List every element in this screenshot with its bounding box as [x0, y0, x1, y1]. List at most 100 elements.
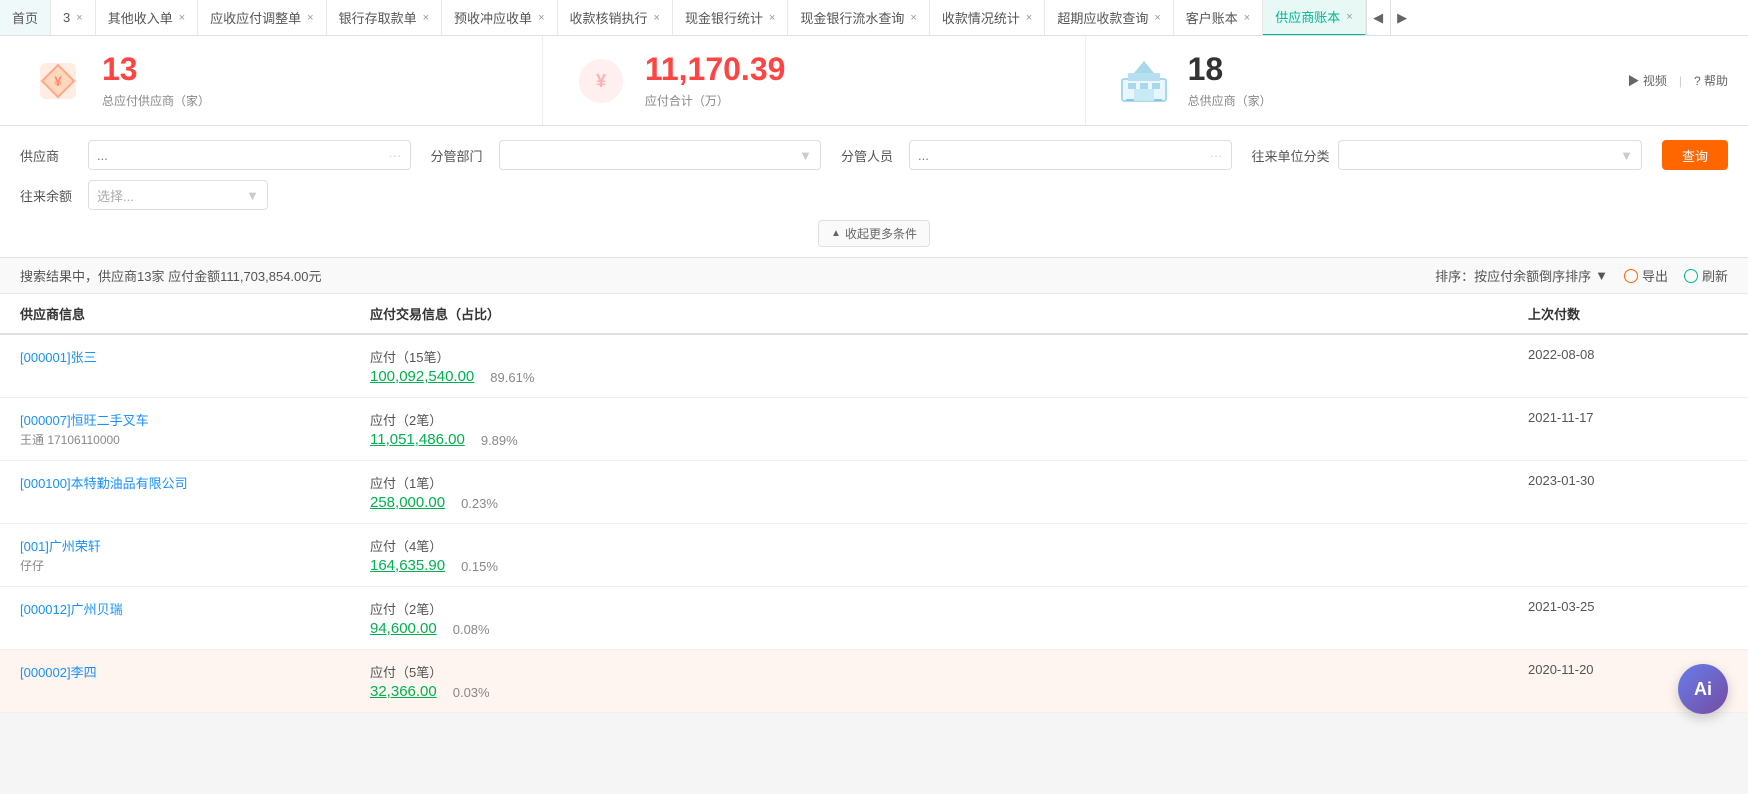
payable-label: 应付（5笔）	[370, 662, 1528, 681]
nav-tab-cash-bank-stat-close[interactable]: ×	[769, 12, 775, 24]
supplier-link[interactable]: [000001]张三	[20, 350, 97, 365]
nav-tab-bank-deposit[interactable]: 银行存取款单 ×	[327, 0, 442, 36]
payable-amount[interactable]: 94,600.00	[370, 620, 437, 637]
nav-tab-ap-adjust-close[interactable]: ×	[307, 12, 313, 24]
nav-tab-other-income[interactable]: 其他收入单 ×	[96, 0, 198, 36]
supplier-link[interactable]: [000002]李四	[20, 665, 97, 680]
payable-suppliers-text: 13 总应付供应商（家）	[102, 52, 210, 108]
nav-tab-ap-adjust-label: 应收应付调整单	[210, 8, 301, 27]
nav-tab-collection-stat-close[interactable]: ×	[1026, 12, 1032, 24]
payable-row: 11,051,486.00 9.89%	[370, 431, 1528, 448]
filter-category: 往来单位分类 ▼	[1252, 140, 1643, 170]
nav-tab-collection-stat[interactable]: 收款情况统计 ×	[930, 0, 1045, 36]
payable-amount[interactable]: 258,000.00	[370, 494, 445, 511]
nav-arrow-left[interactable]: ◀	[1366, 0, 1390, 36]
payable-row: 100,092,540.00 89.61%	[370, 368, 1528, 385]
nav-tab-bank-deposit-close[interactable]: ×	[423, 12, 429, 24]
supplier-link[interactable]: [000007]恒旺二手叉车	[20, 413, 149, 428]
collapse-button[interactable]: ▲ 收起更多条件	[818, 220, 930, 247]
nav-tab-cash-bank-stat[interactable]: 现金银行统计 ×	[673, 0, 788, 36]
payable-info: 应付（4笔） 164,635.90 0.15%	[370, 536, 1528, 574]
payable-tx-cell: 应付（5笔） 32,366.00 0.03%	[370, 662, 1528, 700]
payable-tx-cell: 应付（15笔） 100,092,540.00 89.61%	[370, 347, 1528, 385]
supplier-info-cell: [000002]李四	[20, 662, 370, 681]
payable-label: 应付（15笔）	[370, 347, 1528, 366]
filter-area: 供应商 ··· 分管部门 ▼ 分管人员 ··· 往来单位分类 ▼	[0, 126, 1748, 258]
refresh-icon	[1684, 269, 1698, 283]
nav-tab-advance-verify-label: 预收冲应收单	[454, 8, 532, 27]
supplier-info-cell: [000012]广州贝瑞	[20, 599, 370, 618]
filter-manager-label: 分管人员	[841, 146, 901, 165]
supplier-info-cell: [000100]本特勤油品有限公司	[20, 473, 370, 492]
nav-tab-overdue-query[interactable]: 超期应收款查询 ×	[1045, 0, 1173, 36]
nav-tab-supplier-account-close[interactable]: ×	[1346, 11, 1352, 23]
stat-total-suppliers: 18 总供应商（家）	[1086, 36, 1628, 125]
payable-info: 应付（1笔） 258,000.00 0.23%	[370, 473, 1528, 511]
nav-tab-home[interactable]: 首页	[0, 0, 51, 36]
supplier-input-wrap[interactable]: ···	[88, 140, 411, 170]
header-supplier-info: 供应商信息	[20, 304, 370, 323]
refresh-button[interactable]: 刷新	[1684, 266, 1728, 285]
nav-tab-3-close[interactable]: ×	[76, 12, 82, 24]
manager-input-wrap[interactable]: ···	[909, 140, 1232, 170]
stats-help-area: ▶ 视频 | ? 帮助	[1627, 36, 1748, 125]
nav-tab-ap-adjust[interactable]: 应收应付调整单 ×	[198, 0, 326, 36]
nav-tab-advance-verify-close[interactable]: ×	[538, 12, 544, 24]
payable-amount[interactable]: 164,635.90	[370, 557, 445, 574]
nav-arrow-right[interactable]: ▶	[1390, 0, 1414, 36]
supplier-link[interactable]: [001]广州荣轩	[20, 539, 101, 554]
balance-chevron-icon: ▼	[246, 188, 259, 203]
result-bar-actions: 排序：按应付余额倒序排序 ▼ 导出 刷新	[1435, 266, 1728, 285]
collapse-area: ▲ 收起更多条件	[20, 220, 1728, 247]
nav-tab-advance-verify[interactable]: 预收冲应收单 ×	[442, 0, 557, 36]
export-icon	[1624, 269, 1638, 283]
last-pay-date: 2021-11-17	[1528, 410, 1594, 425]
payable-pct: 0.15%	[461, 559, 498, 574]
manager-input[interactable]	[918, 148, 1210, 163]
nav-tab-cash-bank-flow[interactable]: 现金银行流水查询 ×	[788, 0, 929, 36]
total-suppliers-icon	[1116, 53, 1172, 109]
sort-label: 排序：按应付余额倒序排序	[1435, 266, 1591, 285]
top-navigation: 首页 3 × 其他收入单 × 应收应付调整单 × 银行存取款单 × 预收冲应收单…	[0, 0, 1748, 36]
supplier-input[interactable]	[97, 148, 389, 163]
header-last-payment: 上次付数	[1528, 304, 1728, 323]
nav-tab-overdue-query-close[interactable]: ×	[1154, 12, 1160, 24]
last-pay-cell: 2022-08-08	[1528, 347, 1728, 362]
balance-select[interactable]: 选择... ▼	[88, 180, 268, 210]
nav-tab-other-income-close[interactable]: ×	[179, 12, 185, 24]
sort-select[interactable]: 排序：按应付余额倒序排序 ▼	[1435, 266, 1608, 285]
nav-tab-collection-exec-close[interactable]: ×	[654, 12, 660, 24]
table-row: [000002]李四 应付（5笔） 32,366.00 0.03% 2020-1…	[0, 650, 1748, 713]
payable-amount-icon: ¥	[573, 53, 629, 109]
nav-tab-cash-bank-stat-label: 现金银行统计	[685, 8, 763, 27]
supplier-sub: 王通 17106110000	[20, 431, 370, 448]
payable-pct: 89.61%	[490, 370, 534, 385]
stat-payable-amount: ¥ 11,170.39 应付合计（万）	[543, 36, 1086, 125]
supplier-link[interactable]: [000100]本特勤油品有限公司	[20, 476, 188, 491]
supplier-link[interactable]: [000012]广州贝瑞	[20, 602, 123, 617]
nav-tab-cash-bank-flow-label: 现金银行流水查询	[800, 8, 904, 27]
filter-category-label: 往来单位分类	[1252, 146, 1330, 165]
manager-dots-icon: ···	[1210, 148, 1223, 163]
payable-amount[interactable]: 32,366.00	[370, 683, 437, 700]
nav-tab-3[interactable]: 3 ×	[51, 0, 96, 36]
payable-amount[interactable]: 100,092,540.00	[370, 368, 474, 385]
export-button[interactable]: 导出	[1624, 266, 1668, 285]
nav-tab-cash-bank-flow-close[interactable]: ×	[910, 12, 916, 24]
nav-tab-customer-account-close[interactable]: ×	[1244, 12, 1250, 24]
payable-amount-value: 11,170.39	[645, 52, 786, 87]
nav-tab-supplier-account[interactable]: 供应商账本 ×	[1263, 0, 1365, 36]
dept-select[interactable]: ▼	[499, 140, 822, 170]
nav-tab-bank-deposit-label: 银行存取款单	[339, 8, 417, 27]
nav-tab-customer-account[interactable]: 客户账本 ×	[1174, 0, 1263, 36]
category-select[interactable]: ▼	[1338, 140, 1642, 170]
supplier-info-cell: [000001]张三	[20, 347, 370, 366]
nav-tab-collection-exec[interactable]: 收款核销执行 ×	[558, 0, 673, 36]
table-row: [000012]广州贝瑞 应付（2笔） 94,600.00 0.08% 2021…	[0, 587, 1748, 650]
help-link[interactable]: ? 帮助	[1694, 72, 1728, 89]
video-link[interactable]: ▶ 视频	[1627, 72, 1666, 89]
payable-amount[interactable]: 11,051,486.00	[370, 431, 465, 448]
ai-button[interactable]: Ai	[1678, 664, 1728, 714]
query-button[interactable]: 查询	[1662, 140, 1728, 170]
payable-tx-cell: 应付（2笔） 11,051,486.00 9.89%	[370, 410, 1528, 448]
